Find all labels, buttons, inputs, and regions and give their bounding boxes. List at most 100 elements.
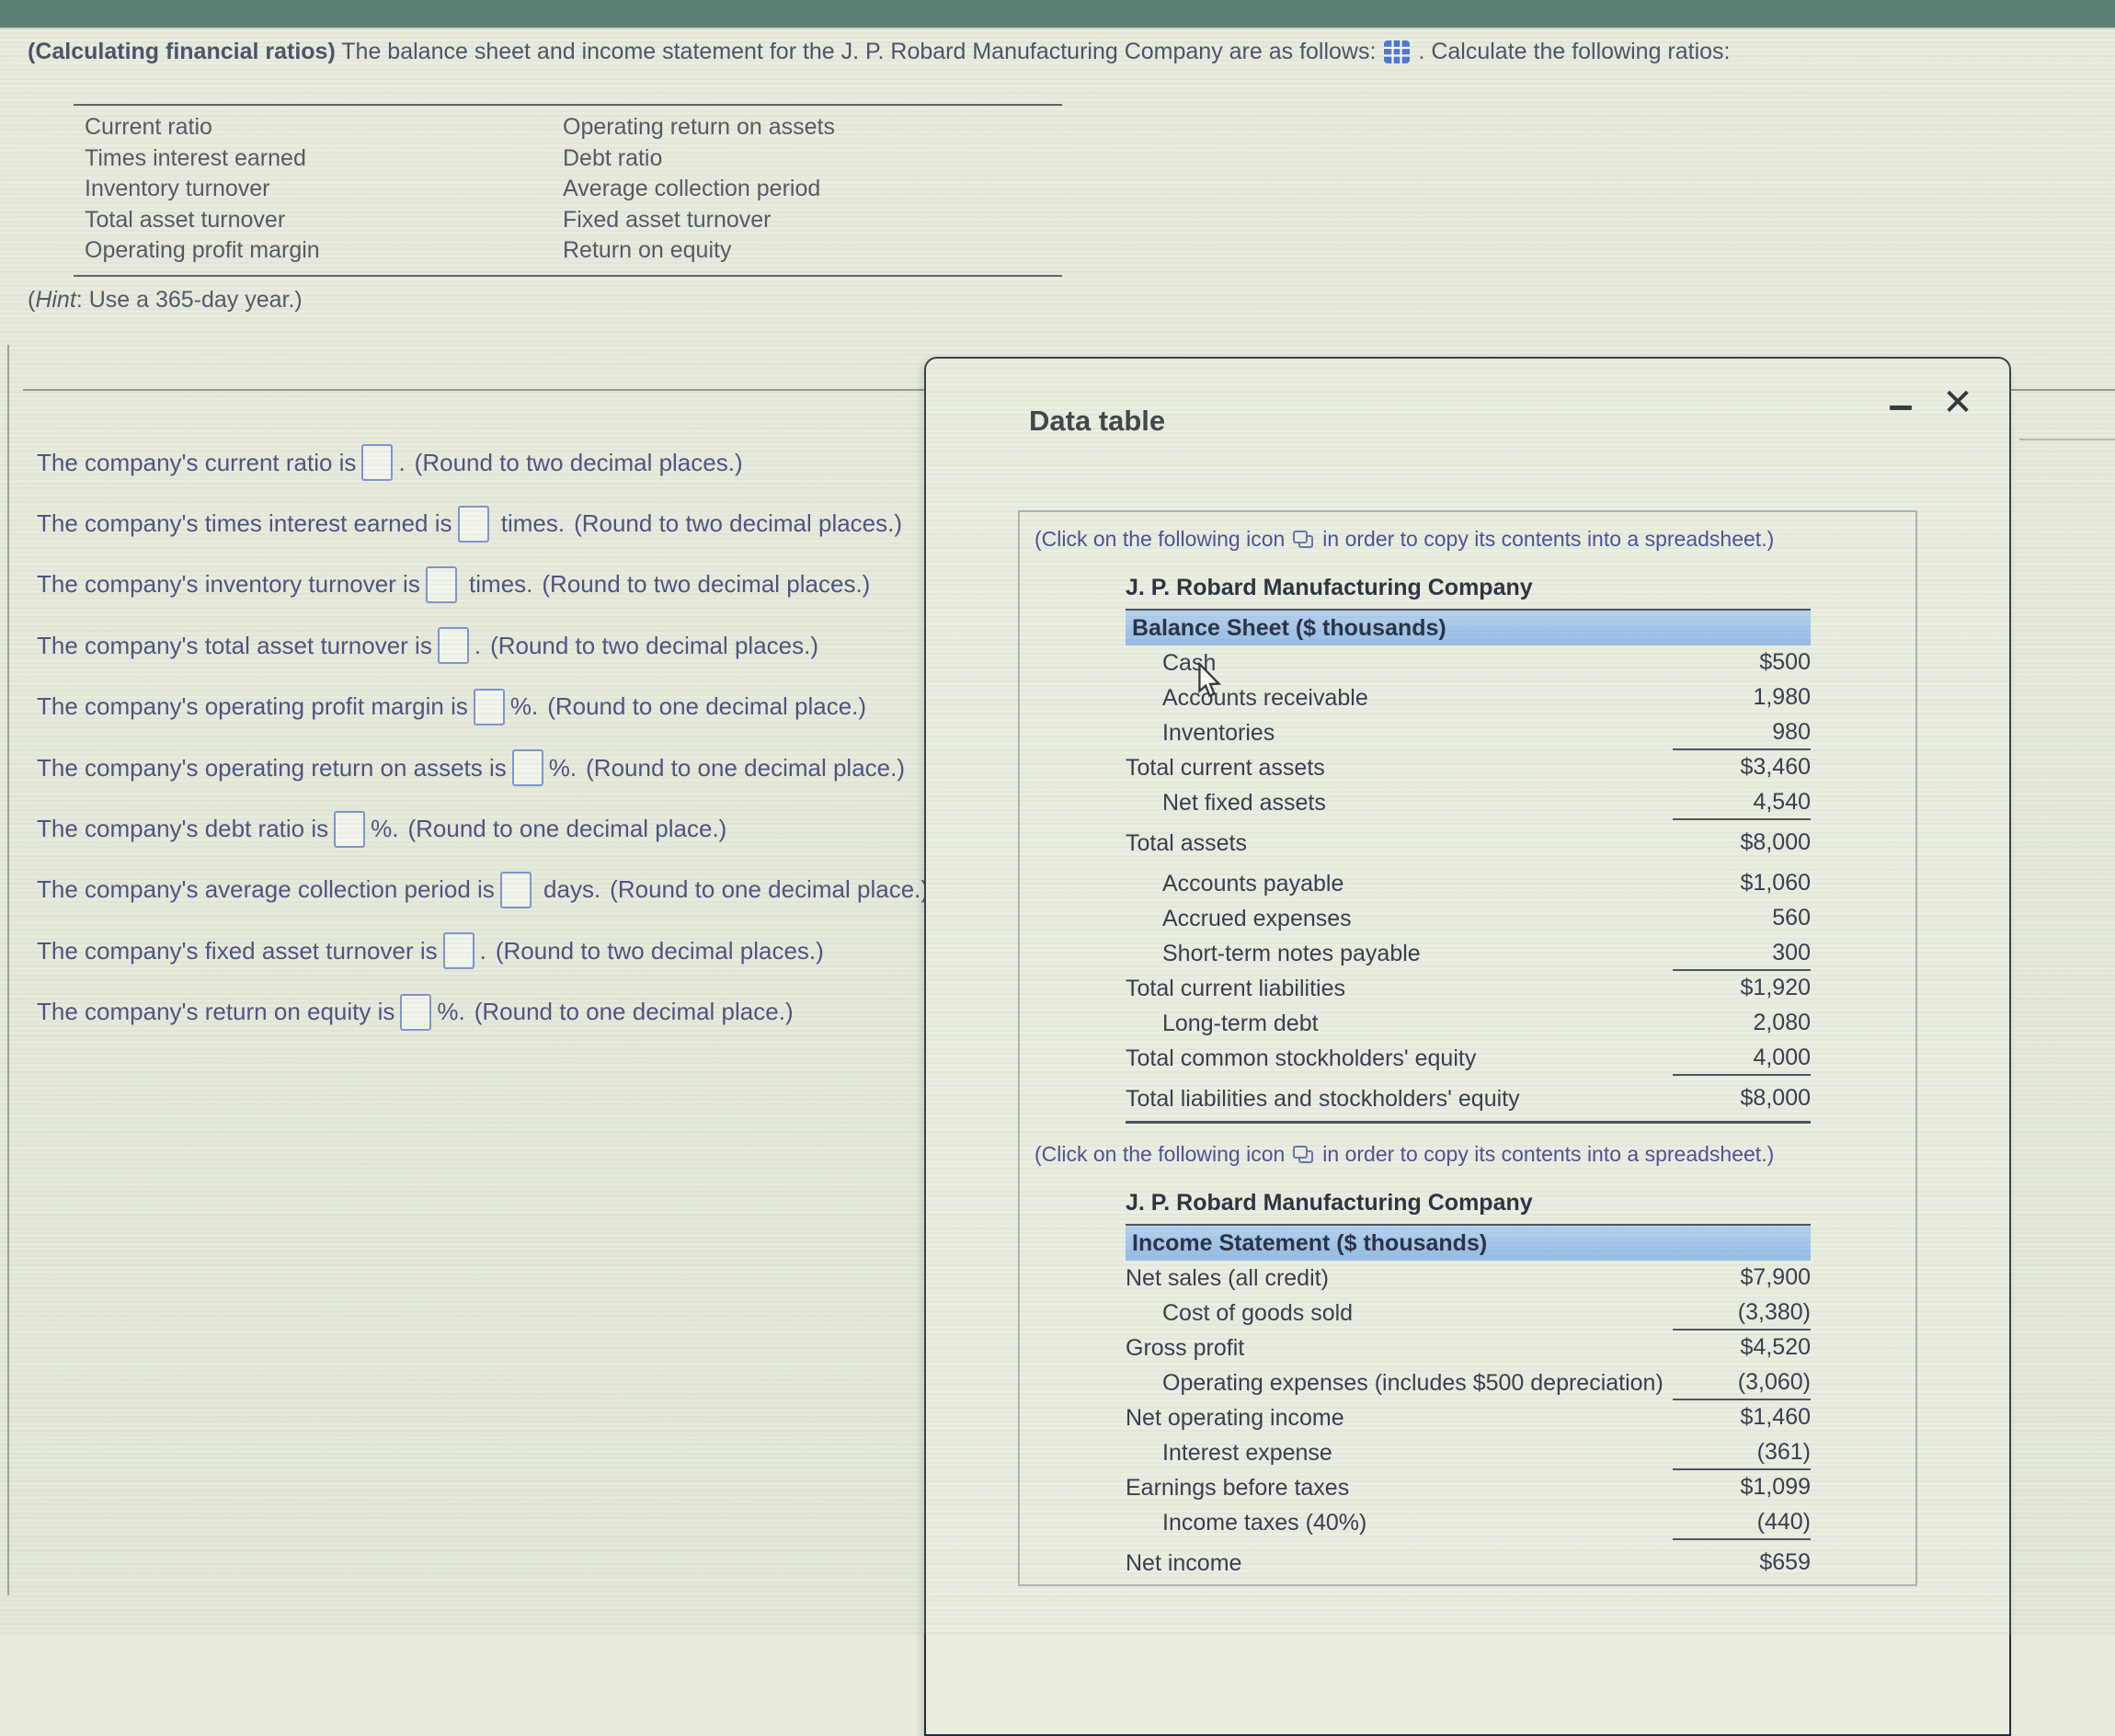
statement-text: The company's debt ratio is xyxy=(37,815,329,843)
copy-instruction: (Click on the following icon in order to… xyxy=(1035,1142,1775,1166)
statement-unit: %. xyxy=(437,998,465,1026)
answer-input-inventory-turnover[interactable] xyxy=(425,565,457,603)
answer-input-average-collection-period[interactable] xyxy=(499,871,532,908)
balance-sheet-header: Balance Sheet ($ thousands) xyxy=(1126,611,1811,645)
rounding-note: (Round to two decimal places.) xyxy=(490,631,819,659)
rounding-note: (Round to one decimal place.) xyxy=(407,815,727,843)
table-row: Cash $500 xyxy=(1162,649,1811,676)
statement-unit: . xyxy=(479,936,486,965)
question-tail: . Calculate the following ratios: xyxy=(1418,39,1731,64)
left-panel-border xyxy=(7,345,9,1595)
spreadsheet-grid-icon[interactable] xyxy=(1383,40,1411,64)
question-header: (Calculating financial ratios) The balan… xyxy=(28,39,1731,65)
rounding-note: (Round to two decimal places.) xyxy=(574,509,903,538)
rounding-note: (Round to one decimal place.) xyxy=(474,998,794,1026)
table-rule xyxy=(1126,1585,1811,1586)
copy-icon[interactable] xyxy=(1293,1145,1314,1164)
statement-text: The company's operating return on assets… xyxy=(37,753,507,782)
table-row: Interest expense (361) xyxy=(1126,1435,1811,1470)
statement-current-ratio: The company's current ratio is. (Round to… xyxy=(37,432,929,493)
data-table-panel: (Click on the following icon in order to… xyxy=(1018,510,1917,1586)
ratio-item: Average collection period xyxy=(563,176,821,201)
table-row: Earnings before taxes $1,099 xyxy=(1126,1474,1811,1501)
copy-icon[interactable] xyxy=(1293,530,1314,549)
table-row: Total current liabilities $1,920 xyxy=(1126,975,1811,1001)
statement-unit: days. xyxy=(536,875,601,904)
statement-unit: times. xyxy=(462,570,533,599)
statement-unit: . xyxy=(398,448,406,476)
table-row: Total liabilities and stockholders' equi… xyxy=(1126,1085,1811,1112)
close-button[interactable]: ✕ xyxy=(1934,379,1982,427)
window-top-bar xyxy=(0,0,2115,29)
statement-unit: %. xyxy=(548,753,577,782)
statement-text: The company's total asset turnover is xyxy=(37,631,432,659)
answer-input-debt-ratio[interactable] xyxy=(334,810,366,848)
statement-debt-ratio: The company's debt ratio is%. (Round to o… xyxy=(37,798,929,859)
answer-input-total-asset-turnover[interactable] xyxy=(437,627,469,665)
statement-unit: %. xyxy=(509,692,539,721)
minimize-button[interactable] xyxy=(1882,392,1919,423)
ratio-item: Debt ratio xyxy=(563,144,663,171)
ratio-item: Operating profit margin xyxy=(85,237,320,263)
table-row: Total current assets $3,460 xyxy=(1126,754,1811,781)
statement-times-interest-earned: The company's times interest earned is t… xyxy=(37,493,929,554)
answer-input-return-on-equity[interactable] xyxy=(400,993,432,1031)
table-row: Long-term debt 2,080 xyxy=(1162,1010,1811,1036)
table-row: Total assets $8,000 xyxy=(1126,829,1811,856)
question-intro: The balance sheet and income statement f… xyxy=(335,39,1377,64)
ratio-item: Return on equity xyxy=(563,237,732,263)
statement-inventory-turnover: The company's inventory turnover is time… xyxy=(37,554,929,615)
copy-instruction: (Click on the following icon in order to… xyxy=(1035,527,1775,551)
statement-return-on-equity: The company's return on equity is%. (Roun… xyxy=(37,982,929,1043)
close-icon: ✕ xyxy=(1942,383,1973,423)
statement-text: The company's current ratio is xyxy=(37,448,357,476)
statement-operating-return-on-assets: The company's operating return on assets… xyxy=(37,737,929,798)
table-rule xyxy=(1126,1121,1811,1124)
statement-total-asset-turnover: The company's total asset turnover is. (R… xyxy=(37,615,929,676)
data-table-dialog: Data table ✕ (Click on the following ico… xyxy=(924,357,2011,1736)
answer-input-current-ratio[interactable] xyxy=(361,444,394,482)
rounding-note: (Round to two decimal places.) xyxy=(414,448,743,476)
income-statement-header: Income Statement ($ thousands) xyxy=(1126,1226,1811,1261)
income-statement-table: J. P. Robard Manufacturing Company Incom… xyxy=(1126,1189,1811,1586)
table-row: Net operating income $1,460 xyxy=(1126,1404,1811,1431)
statement-unit: times. xyxy=(494,509,566,538)
minimize-icon xyxy=(1890,405,1912,410)
table-row: Accrued expenses 560 xyxy=(1162,905,1811,931)
rounding-note: (Round to one decimal place.) xyxy=(610,875,930,904)
rounding-note: (Round to two decimal places.) xyxy=(495,936,824,965)
hint-text: (Hint: Use a 365-day year.) xyxy=(28,287,303,313)
answer-input-fixed-asset-turnover[interactable] xyxy=(442,932,474,970)
company-name: J. P. Robard Manufacturing Company xyxy=(1126,575,1533,600)
table-row: Operating expenses (includes $500 deprec… xyxy=(1126,1365,1811,1400)
table-row: Income taxes (40%) (440) xyxy=(1126,1505,1811,1540)
mouse-cursor xyxy=(1197,661,1223,699)
answer-input-operating-return-on-assets[interactable] xyxy=(511,749,543,787)
table-row: Total common stockholders' equity 4,000 xyxy=(1126,1041,1811,1076)
table-row: Inventories 980 xyxy=(1126,715,1811,750)
table-row: Accounts receivable 1,980 xyxy=(1162,684,1811,711)
ratio-item: Inventory turnover xyxy=(85,176,270,201)
table-row: Net income $659 xyxy=(1126,1549,1811,1576)
table-row: Accounts payable $1,060 xyxy=(1162,870,1811,897)
statement-text: The company's operating profit margin is xyxy=(37,692,468,721)
statement-operating-profit-margin: The company's operating profit margin is… xyxy=(37,677,929,737)
ratio-item: Current ratio xyxy=(85,114,212,140)
answer-input-times-interest-earned[interactable] xyxy=(457,505,489,542)
answer-input-operating-profit-margin[interactable] xyxy=(473,688,505,725)
table-row: Short-term notes payable 300 xyxy=(1126,936,1811,971)
statement-text: The company's times interest earned is xyxy=(37,509,452,538)
rounding-note: (Round to two decimal places.) xyxy=(542,570,871,599)
statement-unit: . xyxy=(474,631,482,659)
balance-sheet-table: J. P. Robard Manufacturing Company Balan… xyxy=(1126,574,1811,1124)
statement-text: The company's inventory turnover is xyxy=(37,570,420,599)
ratio-item: Times interest earned xyxy=(85,144,306,171)
ratio-item: Operating return on assets xyxy=(563,114,835,140)
table-row: Net sales (all credit) $7,900 xyxy=(1126,1264,1811,1291)
statement-average-collection-period: The company's average collection period … xyxy=(37,860,929,920)
statement-text: The company's average collection period … xyxy=(37,875,495,904)
dialog-title: Data table xyxy=(1029,405,1166,437)
rounding-note: (Round to one decimal place.) xyxy=(547,692,867,721)
ratio-item: Total asset turnover xyxy=(85,206,286,233)
rounding-note: (Round to one decimal place.) xyxy=(586,753,906,782)
